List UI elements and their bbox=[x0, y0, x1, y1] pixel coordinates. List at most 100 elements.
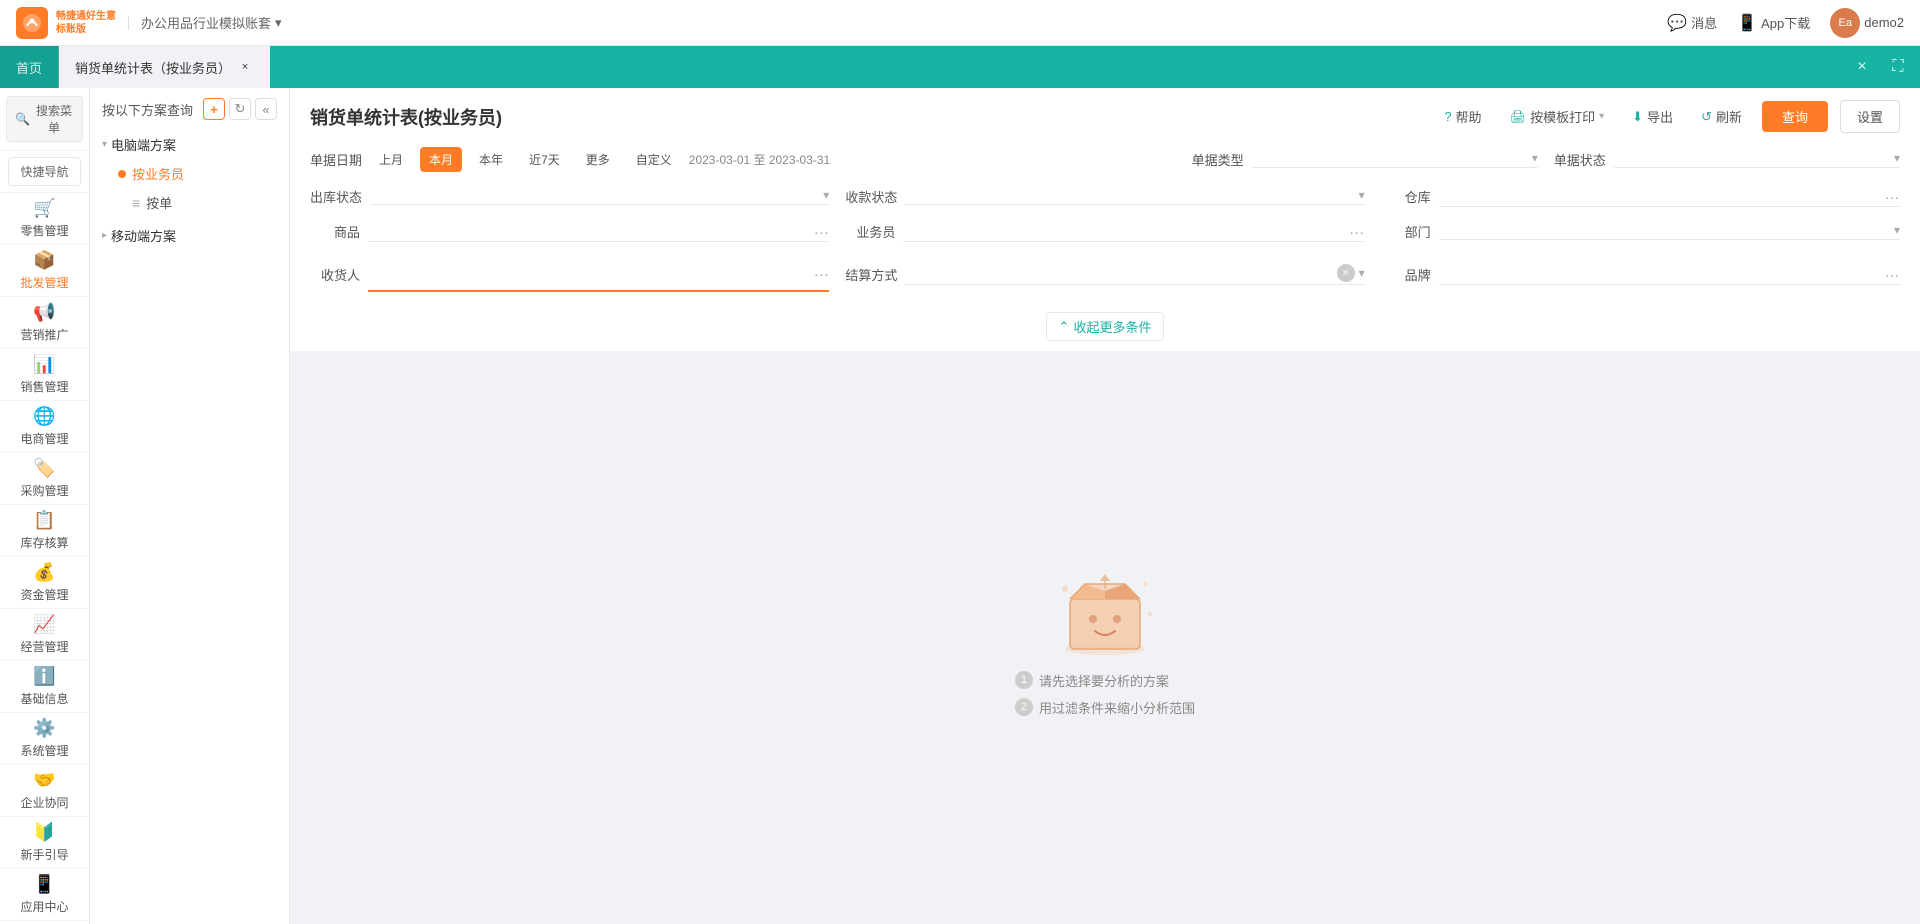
sidebar: 🔍 搜索菜单 快捷导航 🛒 零售管理 📦 批发管理 📢 营销推广 📊 销售管理 … bbox=[0, 88, 90, 924]
settings-btn[interactable]: 设置 bbox=[1840, 100, 1900, 133]
sidebar-item-system[interactable]: ⚙️ 系统管理 bbox=[0, 713, 89, 765]
app-download-btn[interactable]: 📱 App下载 bbox=[1737, 13, 1810, 33]
date-btn-this-year[interactable]: 本年 bbox=[470, 147, 512, 172]
marketing-icon: 📢 bbox=[33, 302, 55, 323]
warehouse-input-wrap: … bbox=[1439, 186, 1900, 207]
sidebar-item-appcenter-label: 应用中心 bbox=[20, 898, 68, 915]
sidebar-nav-btn[interactable]: 快捷导航 bbox=[8, 157, 81, 186]
filter-warehouse: 仓库 … bbox=[1381, 186, 1900, 207]
scheme-group-mobile-header[interactable]: ▸ 移动端方案 bbox=[90, 221, 289, 250]
purchase-icon: 🏷️ bbox=[33, 458, 55, 479]
sidebar-item-wholesale-label: 批发管理 bbox=[20, 274, 68, 291]
message-btn[interactable]: 💬 消息 bbox=[1667, 13, 1717, 33]
pc-group-arrow-icon: ▾ bbox=[102, 139, 107, 150]
warehouse-label: 仓库 bbox=[1381, 187, 1431, 206]
sidebar-item-enterprise[interactable]: 🤝 企业协同 bbox=[0, 765, 89, 817]
filter-brand: 品牌 … bbox=[1381, 264, 1900, 285]
newuser-icon: 🔰 bbox=[33, 822, 55, 843]
scheme-title: 按以下方案查询 bbox=[102, 100, 193, 119]
date-btn-7days[interactable]: 近7天 bbox=[520, 147, 569, 172]
sales-icon: 📊 bbox=[33, 354, 55, 375]
sidebar-search-btn[interactable]: 🔍 搜索菜单 bbox=[6, 96, 83, 142]
date-filter: 上月 本月 本年 近7天 更多 自定义 2023-03-01 至 2023-03… bbox=[370, 147, 830, 172]
tab-bar-actions: × ⛶ bbox=[1848, 53, 1920, 81]
filter-department: 部门 ▾ bbox=[1381, 222, 1900, 241]
sidebar-item-basic[interactable]: ℹ️ 基础信息 bbox=[0, 661, 89, 713]
sidebar-item-newuser[interactable]: 🔰 新手引导 bbox=[0, 817, 89, 869]
tab-sales-stat[interactable]: 销货单统计表（按业务员） × bbox=[59, 46, 270, 88]
scheme-item-by-salesman[interactable]: 按业务员 bbox=[90, 159, 289, 188]
scheme-collapse-btn[interactable]: « bbox=[255, 98, 277, 120]
date-btn-custom[interactable]: 自定义 bbox=[627, 147, 681, 172]
filter-settle-method: 结算方式 × ▾ bbox=[845, 264, 1364, 285]
settle-method-chevron-icon: ▾ bbox=[1359, 266, 1365, 280]
system-icon: ⚙️ bbox=[33, 718, 55, 739]
page-actions: ? 帮助 🖨 按模板打印 ▾ ⬇ 导出 ↺ 刷新 bbox=[1436, 100, 1900, 133]
warehouse-dots-icon[interactable]: … bbox=[1884, 186, 1900, 204]
empty-illustration bbox=[1045, 559, 1165, 659]
scheme-group-pc: ▾ 电脑端方案 按业务员 ≡ 按单 bbox=[90, 128, 289, 219]
appcenter-icon: 📱 bbox=[33, 874, 55, 895]
sidebar-item-wholesale[interactable]: 📦 批发管理 bbox=[0, 245, 89, 297]
scheme-group-pc-header[interactable]: ▾ 电脑端方案 bbox=[90, 130, 289, 159]
pay-status-chevron-icon: ▾ bbox=[1359, 188, 1365, 202]
export-btn[interactable]: ⬇ 导出 bbox=[1624, 103, 1681, 130]
wholesale-icon: 📦 bbox=[33, 250, 55, 271]
breadcrumb[interactable]: 办公用品行业模拟账套 ▾ bbox=[141, 13, 282, 32]
sidebar-item-marketing[interactable]: 📢 营销推广 bbox=[0, 297, 89, 349]
sidebar-item-sales[interactable]: 📊 销售管理 bbox=[0, 349, 89, 401]
consignee-dots-icon[interactable]: … bbox=[813, 263, 829, 281]
salesman-dots-icon[interactable]: … bbox=[1349, 221, 1365, 239]
empty-tip-1-text: 请先选择要分析的方案 bbox=[1039, 671, 1169, 690]
sidebar-item-operations[interactable]: 📈 经营管理 bbox=[0, 609, 89, 661]
query-btn[interactable]: 查询 bbox=[1762, 101, 1828, 132]
goods-dots-icon[interactable]: … bbox=[813, 221, 829, 239]
refresh-icon: ↺ bbox=[1701, 109, 1712, 125]
sidebar-item-ecommerce[interactable]: 🌐 电商管理 bbox=[0, 401, 89, 453]
header-sep bbox=[128, 16, 129, 30]
refresh-btn[interactable]: ↺ 刷新 bbox=[1693, 103, 1750, 130]
scheme-add-btn[interactable]: + bbox=[203, 98, 225, 120]
sidebar-search-area: 🔍 搜索菜单 bbox=[0, 88, 89, 151]
sidebar-item-inventory[interactable]: 📋 库存核算 bbox=[0, 505, 89, 557]
date-btn-last-month[interactable]: 上月 bbox=[370, 147, 412, 172]
enterprise-icon: 🤝 bbox=[33, 770, 55, 791]
empty-tips: 1 请先选择要分析的方案 2 用过滤条件来缩小分析范围 bbox=[1015, 671, 1195, 717]
help-btn[interactable]: ? 帮助 bbox=[1436, 103, 1489, 130]
consignee-input[interactable] bbox=[368, 256, 809, 288]
filter-salesman: 业务员 … bbox=[845, 221, 1364, 242]
salesman-label: 业务员 bbox=[845, 222, 895, 241]
brand-dots-icon[interactable]: … bbox=[1884, 264, 1900, 282]
tab-maximize-btn[interactable]: ⛶ bbox=[1884, 53, 1912, 81]
goods-input-wrap: … bbox=[368, 221, 829, 242]
sidebar-item-finance[interactable]: 💰 资金管理 bbox=[0, 557, 89, 609]
scheme-item-by-order[interactable]: ≡ 按单 bbox=[90, 188, 289, 217]
basic-icon: ℹ️ bbox=[33, 666, 55, 687]
date-btn-this-month[interactable]: 本月 bbox=[420, 147, 462, 172]
tab-close-btn[interactable]: × bbox=[237, 59, 253, 75]
filter-doc-type: 单据类型 ▾ bbox=[1192, 150, 1538, 169]
ecommerce-icon: 🌐 bbox=[33, 406, 55, 427]
sidebar-item-retail[interactable]: 🛒 零售管理 bbox=[0, 193, 89, 245]
collapse-btn[interactable]: ⌃ 收起更多条件 bbox=[1046, 312, 1165, 341]
sidebar-nav-area: 快捷导航 bbox=[0, 151, 89, 193]
settle-method-clear-btn[interactable]: × bbox=[1337, 264, 1355, 282]
sidebar-item-enterprise-label: 企业协同 bbox=[20, 794, 68, 811]
sidebar-item-purchase[interactable]: 🏷️ 采购管理 bbox=[0, 453, 89, 505]
user-area[interactable]: Ea demo2 bbox=[1830, 8, 1904, 38]
scheme-refresh-btn[interactable]: ↻ bbox=[229, 98, 251, 120]
logo-icon bbox=[16, 7, 48, 39]
date-btn-more[interactable]: 更多 bbox=[577, 147, 619, 172]
operations-icon: 📈 bbox=[33, 614, 55, 635]
tab-close-all-btn[interactable]: × bbox=[1848, 53, 1876, 81]
pay-status-label: 收款状态 bbox=[845, 187, 897, 206]
active-dot-icon bbox=[118, 170, 126, 178]
sidebar-item-operations-label: 经营管理 bbox=[20, 638, 68, 655]
page-header: 销货单统计表(按业务员) ? 帮助 🖨 按模板打印 ▾ ⬇ 导出 bbox=[290, 88, 1920, 133]
sidebar-item-appcenter[interactable]: 📱 应用中心 bbox=[0, 869, 89, 921]
template-print-btn[interactable]: 🖨 按模板打印 ▾ bbox=[1502, 103, 1613, 130]
sidebar-search-label: 搜索菜单 bbox=[34, 102, 74, 136]
tab-home[interactable]: 首页 bbox=[0, 46, 59, 88]
filter-row-2: 出库状态 ▾ 收款状态 ▾ 仓库 bbox=[310, 186, 1900, 207]
date-label: 单据日期 bbox=[310, 150, 362, 169]
